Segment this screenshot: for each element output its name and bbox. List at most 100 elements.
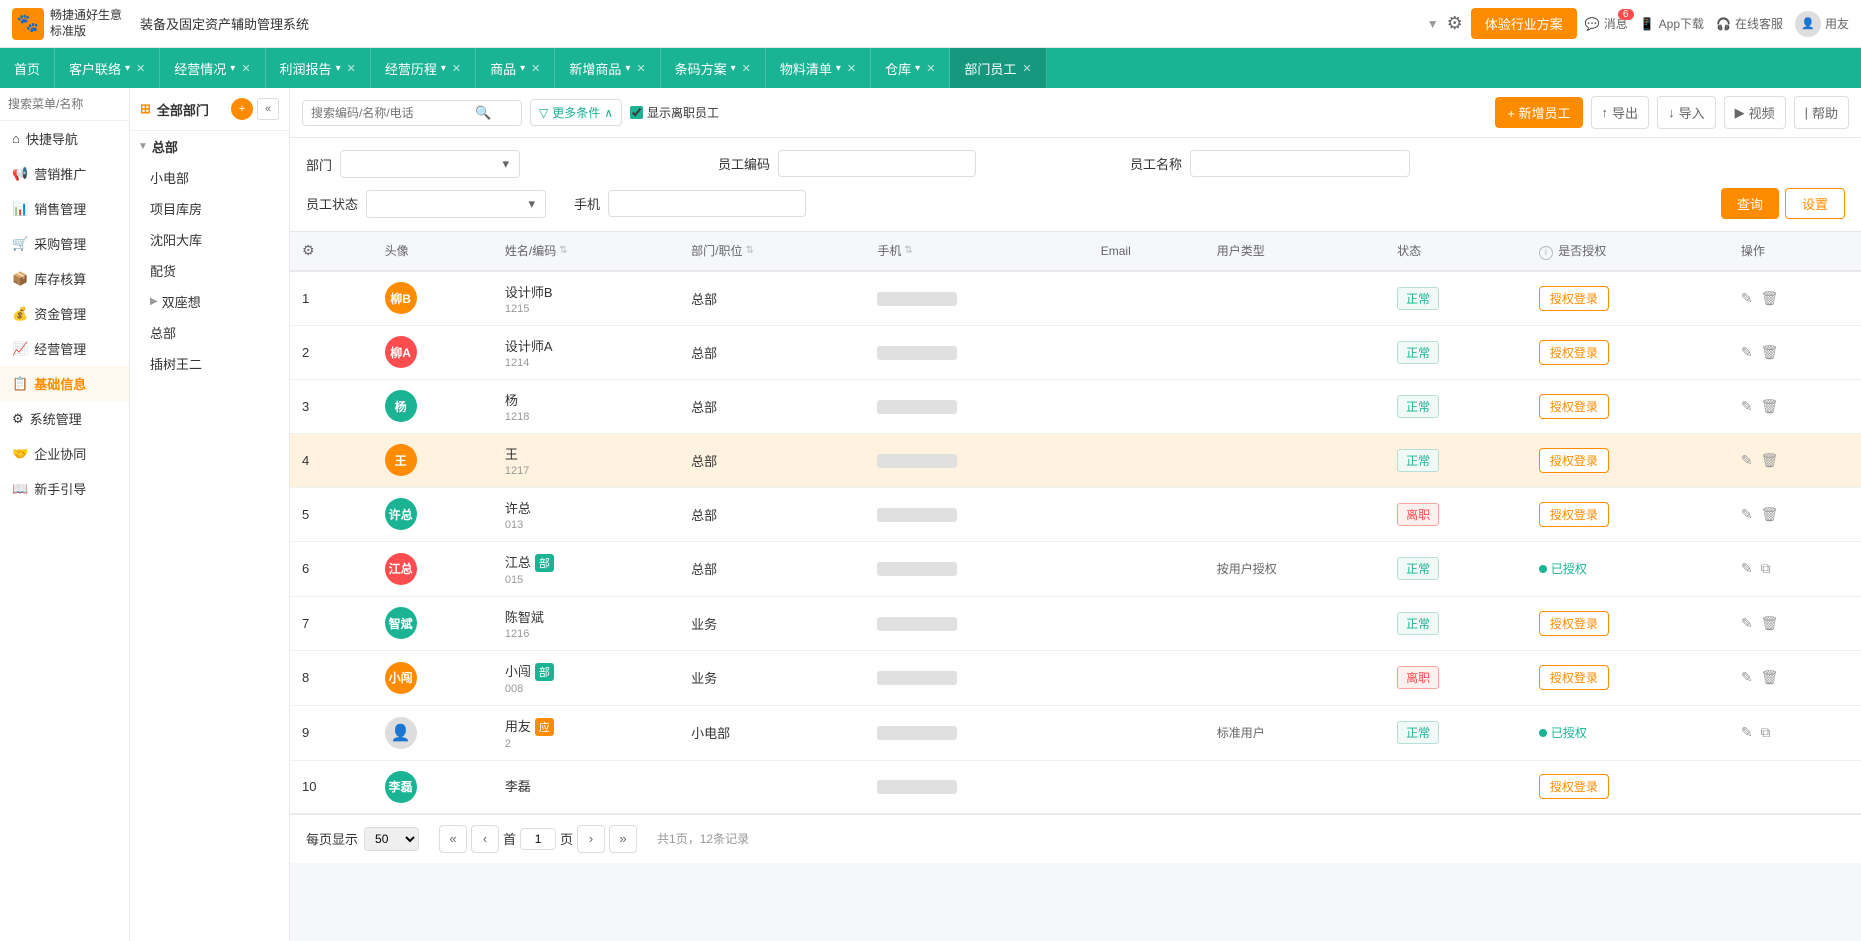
tab-close[interactable]: ✕ — [347, 62, 356, 75]
edit-btn[interactable]: ✎ — [1741, 398, 1753, 415]
help-btn[interactable]: | 帮助 — [1794, 96, 1849, 129]
tab-new-goods[interactable]: 新增商品 ▾ ✕ — [555, 48, 660, 88]
import-btn[interactable]: ↓ 导入 — [1657, 96, 1716, 129]
tree-node-chashuwang[interactable]: 插树王二 — [130, 348, 289, 379]
auth-btn[interactable]: 授权登录 — [1539, 286, 1609, 311]
system-dropdown-icon[interactable]: ▼ — [1427, 17, 1439, 31]
sidebar-item-marketing[interactable]: 📢 营销推广 — [0, 156, 129, 191]
delete-btn[interactable]: 🗑 — [1761, 452, 1779, 469]
page-input[interactable] — [520, 828, 556, 850]
edit-btn[interactable]: ✎ — [1741, 452, 1753, 469]
tab-operations[interactable]: 经营情况 ▾ ✕ — [160, 48, 265, 88]
delete-btn[interactable]: 🗑 — [1761, 344, 1779, 361]
sidebar-search-input[interactable] — [8, 97, 130, 111]
delete-btn[interactable]: 🗑 — [1761, 290, 1779, 307]
tab-warehouse[interactable]: 仓库 ▾ ✕ — [871, 48, 950, 88]
auth-btn[interactable]: 授权登录 — [1539, 502, 1609, 527]
sidebar-item-purchase[interactable]: 🛒 采购管理 — [0, 226, 129, 261]
tab-material[interactable]: 物料清单 ▾ ✕ — [766, 48, 871, 88]
experience-btn[interactable]: 体验行业方案 — [1471, 8, 1577, 39]
edit-btn[interactable]: ✎ — [1741, 669, 1753, 686]
sidebar-item-coop[interactable]: 🤝 企业协同 — [0, 436, 129, 471]
view-btn[interactable]: ▶ 视频 — [1724, 96, 1786, 129]
tree-node-shenyang[interactable]: 沈阳大库 — [130, 224, 289, 255]
auth-btn[interactable]: 授权登录 — [1539, 448, 1609, 473]
search-icon[interactable]: 🔍 — [475, 105, 491, 121]
sidebar-item-finance[interactable]: 💰 资金管理 — [0, 296, 129, 331]
settings-icon-btn[interactable]: ⚙ — [1447, 13, 1463, 34]
more-conditions-btn[interactable]: ▽ 更多条件 ∧ — [530, 99, 622, 126]
edit-btn[interactable]: ✎ — [1741, 506, 1753, 523]
tree-node-peihuo[interactable]: 配货 — [130, 255, 289, 286]
query-btn[interactable]: 查询 — [1721, 188, 1779, 219]
sidebar-item-sales[interactable]: 📊 销售管理 — [0, 191, 129, 226]
show-resigned-checkbox[interactable]: 显示离职员工 — [630, 104, 719, 121]
tab-close[interactable]: ✕ — [847, 62, 856, 75]
tree-node-shuangzuo[interactable]: ▶ 双座想 — [130, 286, 289, 317]
edit-btn[interactable]: ✎ — [1741, 290, 1753, 307]
tree-node-zongbu-group[interactable]: ▼ 总部 — [130, 131, 289, 162]
edit-btn[interactable]: ✎ — [1741, 560, 1753, 577]
tree-node-project[interactable]: 项目库房 — [130, 193, 289, 224]
copy-btn[interactable]: ⧉ — [1761, 724, 1771, 741]
auth-btn[interactable]: 授权登录 — [1539, 665, 1609, 690]
show-resigned-input[interactable] — [630, 106, 643, 119]
set-btn[interactable]: 设置 — [1785, 188, 1845, 219]
first-page-btn[interactable]: « — [439, 825, 467, 853]
delete-btn[interactable]: 🗑 — [1761, 398, 1779, 415]
sidebar-item-system[interactable]: ⚙ 系统管理 — [0, 401, 129, 436]
sidebar-item-business[interactable]: 📈 经营管理 — [0, 331, 129, 366]
tab-dept-staff[interactable]: 部门员工 ✕ — [950, 48, 1046, 88]
tree-collapse-btn[interactable]: « — [257, 98, 279, 120]
auth-btn[interactable]: 授权登录 — [1539, 611, 1609, 636]
app-download-btn[interactable]: 📱 App下载 — [1640, 15, 1704, 32]
per-page-select[interactable]: 50 20 100 — [364, 827, 419, 851]
tree-node-zongbu-leaf[interactable]: 总部 — [130, 317, 289, 348]
delete-btn[interactable]: 🗑 — [1761, 615, 1779, 632]
phone-input[interactable] — [608, 190, 806, 217]
tab-close[interactable]: ✕ — [241, 62, 250, 75]
col-settings[interactable]: ⚙ — [290, 232, 373, 271]
edit-btn[interactable]: ✎ — [1741, 344, 1753, 361]
edit-btn[interactable]: ✎ — [1741, 615, 1753, 632]
tab-close[interactable]: ✕ — [636, 62, 645, 75]
sidebar-item-quicknav[interactable]: ⌂ 快捷导航 — [0, 121, 129, 156]
dept-select[interactable]: ▾ — [340, 150, 520, 178]
emp-code-input[interactable] — [778, 150, 976, 177]
edit-btn[interactable]: ✎ — [1741, 724, 1753, 741]
table-settings-icon[interactable]: ⚙ — [302, 242, 315, 258]
prev-page-btn[interactable]: ‹ — [471, 825, 499, 853]
tree-node-xiaodian[interactable]: 小电部 — [130, 162, 289, 193]
copy-btn[interactable]: ⧉ — [1761, 560, 1771, 577]
tab-profit[interactable]: 利润报告 ▾ ✕ — [266, 48, 371, 88]
tab-close[interactable]: ✕ — [531, 62, 540, 75]
tab-close[interactable]: ✕ — [1022, 62, 1031, 75]
tab-goods[interactable]: 商品 ▾ ✕ — [476, 48, 555, 88]
col-name-code[interactable]: 姓名/编码 ⇅ — [493, 232, 679, 271]
tab-barcode[interactable]: 条码方案 ▾ ✕ — [661, 48, 766, 88]
tab-close[interactable]: ✕ — [926, 62, 935, 75]
delete-btn[interactable]: 🗑 — [1761, 669, 1779, 686]
emp-name-input[interactable] — [1190, 150, 1410, 177]
auth-btn[interactable]: 授权登录 — [1539, 774, 1609, 799]
online-service-btn[interactable]: 🎧 在线客服 — [1716, 15, 1783, 32]
search-input[interactable] — [311, 106, 471, 120]
message-btn[interactable]: 💬 消息 6 — [1585, 15, 1628, 32]
tab-close[interactable]: ✕ — [452, 62, 461, 75]
sort-dept-btn[interactable]: 部门/职位 ⇅ — [691, 242, 853, 259]
delete-btn[interactable]: 🗑 — [1761, 506, 1779, 523]
export-btn[interactable]: ↑ 导出 — [1591, 96, 1650, 129]
tab-close[interactable]: ✕ — [136, 62, 145, 75]
sidebar-item-basic[interactable]: 📋 基础信息 — [0, 366, 129, 401]
tab-customer[interactable]: 客户联络 ▾ ✕ — [55, 48, 160, 88]
tree-add-btn[interactable]: + — [231, 98, 253, 120]
col-phone[interactable]: 手机 ⇅ — [865, 232, 1088, 271]
auth-btn[interactable]: 授权登录 — [1539, 340, 1609, 365]
status-select[interactable]: ▾ — [366, 190, 546, 218]
last-page-btn[interactable]: » — [609, 825, 637, 853]
user-area[interactable]: 👤 用友 — [1795, 11, 1849, 37]
tab-close[interactable]: ✕ — [742, 62, 751, 75]
tab-history[interactable]: 经营历程 ▾ ✕ — [371, 48, 476, 88]
col-dept[interactable]: 部门/职位 ⇅ — [679, 232, 865, 271]
sidebar-item-inventory[interactable]: 📦 库存核算 — [0, 261, 129, 296]
